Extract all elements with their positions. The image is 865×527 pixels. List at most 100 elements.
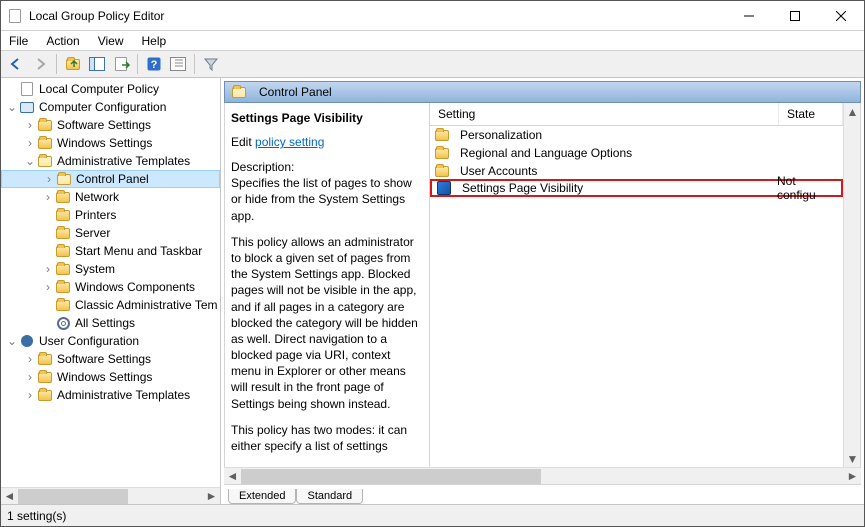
help-button[interactable]: ?: [143, 53, 165, 75]
properties-button[interactable]: [167, 53, 189, 75]
menu-action[interactable]: Action: [46, 34, 79, 48]
folder-icon: [55, 225, 71, 241]
description-p1: Specifies the list of pages to show or h…: [231, 176, 412, 222]
expand-icon[interactable]: ›: [41, 190, 55, 204]
computer-icon: [19, 99, 35, 115]
tree-label: Printers: [75, 208, 116, 222]
tree-control-panel[interactable]: › Control Panel: [1, 170, 220, 188]
toolbar-sep: [56, 54, 57, 74]
tree-uc-software-settings[interactable]: ›Software Settings: [1, 350, 220, 368]
tree-root[interactable]: Local Computer Policy: [1, 80, 220, 98]
tree-label: Control Panel: [76, 172, 149, 186]
edit-prefix: Edit: [231, 135, 255, 149]
collapse-icon[interactable]: ⌄: [23, 154, 37, 168]
close-button[interactable]: [818, 1, 864, 31]
folder-icon: [55, 189, 71, 205]
up-folder-button[interactable]: [62, 53, 84, 75]
list-item-regional-language[interactable]: Regional and Language Options: [430, 144, 843, 162]
tree-pane: Local Computer Policy ⌄Computer Configur…: [1, 78, 221, 504]
column-state[interactable]: State: [779, 103, 843, 125]
column-setting[interactable]: Setting: [430, 103, 779, 125]
setting-icon: [436, 180, 452, 196]
item-label: Personalization: [460, 128, 542, 142]
menu-help[interactable]: Help: [142, 34, 167, 48]
minimize-button[interactable]: [726, 1, 772, 31]
toolbar: ?: [1, 51, 864, 78]
tree-classic-admin-templates[interactable]: Classic Administrative Tem: [1, 296, 220, 314]
tree-label: Local Computer Policy: [39, 82, 159, 96]
expand-icon[interactable]: ›: [23, 352, 37, 366]
description-p2: This policy allows an administrator to b…: [231, 234, 423, 412]
tab-extended[interactable]: Extended: [228, 489, 296, 504]
tree-uc-admin-templates[interactable]: ›Administrative Templates: [1, 386, 220, 404]
list-item-settings-page-visibility[interactable]: Settings Page VisibilityNot configu: [430, 179, 843, 197]
tree-label: Windows Components: [75, 280, 195, 294]
expand-icon[interactable]: ›: [23, 118, 37, 132]
svg-text:?: ?: [151, 59, 158, 71]
details-header: Control Panel: [224, 81, 861, 103]
expand-icon[interactable]: ›: [23, 370, 37, 384]
tree-label: Classic Administrative Tem: [75, 298, 218, 312]
folder-icon: [56, 171, 72, 187]
maximize-button[interactable]: [772, 1, 818, 31]
menubar: File Action View Help: [1, 31, 864, 51]
filter-button[interactable]: [200, 53, 222, 75]
menu-file[interactable]: File: [9, 34, 28, 48]
folder-icon: [231, 84, 247, 100]
back-button[interactable]: [5, 53, 27, 75]
item-label: Settings Page Visibility: [462, 181, 583, 195]
list-vscrollbar[interactable]: ▲ ▼: [843, 103, 860, 467]
scroll-down-icon[interactable]: ▼: [844, 450, 861, 467]
tree-network[interactable]: ›Network: [1, 188, 220, 206]
scroll-left-icon[interactable]: ◄: [224, 468, 241, 485]
list-hscrollbar[interactable]: ◄ ►: [224, 467, 861, 484]
tree-windows-components[interactable]: › Windows Components: [1, 278, 220, 296]
tab-standard[interactable]: Standard: [296, 489, 363, 504]
edit-policy-link[interactable]: policy setting: [255, 135, 324, 149]
toolbar-sep-2: [137, 54, 138, 74]
expand-icon[interactable]: ›: [42, 172, 56, 186]
menu-view[interactable]: View: [98, 34, 124, 48]
tree-uc-windows-settings[interactable]: › Windows Settings: [1, 368, 220, 386]
window-title: Local Group Policy Editor: [29, 9, 164, 23]
tree-start-menu-taskbar[interactable]: Start Menu and Taskbar: [1, 242, 220, 260]
scroll-right-icon[interactable]: ►: [844, 468, 861, 485]
folder-icon: [434, 145, 450, 161]
folder-icon: [37, 369, 53, 385]
scroll-thumb[interactable]: [18, 489, 128, 504]
tree-all-settings[interactable]: All Settings: [1, 314, 220, 332]
folder-icon: [55, 279, 71, 295]
tree-hscrollbar[interactable]: ◄ ►: [1, 487, 220, 504]
folder-icon: [55, 297, 71, 313]
toolbar-sep-3: [194, 54, 195, 74]
collapse-icon[interactable]: ⌄: [5, 334, 19, 348]
expand-icon[interactable]: ›: [23, 136, 37, 150]
titlebar: Local Group Policy Editor: [1, 1, 864, 31]
export-button[interactable]: [110, 53, 132, 75]
tree-label: User Configuration: [39, 334, 139, 348]
tree-cc-windows-settings[interactable]: ›Windows Settings: [1, 134, 220, 152]
show-hide-tree-button[interactable]: [86, 53, 108, 75]
scroll-left-icon[interactable]: ◄: [1, 488, 18, 505]
details-header-title: Control Panel: [259, 85, 332, 99]
list-item-personalization[interactable]: Personalization: [430, 126, 843, 144]
tree-user-configuration[interactable]: ⌄ User Configuration: [1, 332, 220, 350]
expand-icon[interactable]: ›: [23, 388, 37, 402]
tree-printers[interactable]: Printers: [1, 206, 220, 224]
setting-title: Settings Page Visibility: [231, 111, 423, 125]
collapse-icon[interactable]: ⌄: [5, 100, 19, 114]
description-pane: Settings Page Visibility Edit policy set…: [225, 103, 430, 467]
tree-cc-admin-templates[interactable]: ⌄Administrative Templates: [1, 152, 220, 170]
tree-label: Windows Settings: [57, 370, 152, 384]
forward-button[interactable]: [29, 53, 51, 75]
expand-icon[interactable]: ›: [41, 262, 55, 276]
scroll-right-icon[interactable]: ►: [203, 488, 220, 505]
expand-icon[interactable]: ›: [41, 280, 55, 294]
tree-system[interactable]: ›System: [1, 260, 220, 278]
tree-server[interactable]: Server: [1, 224, 220, 242]
tree-computer-configuration[interactable]: ⌄Computer Configuration: [1, 98, 220, 116]
tree-cc-software-settings[interactable]: ›Software Settings: [1, 116, 220, 134]
scroll-up-icon[interactable]: ▲: [844, 103, 861, 120]
scroll-thumb[interactable]: [241, 469, 541, 484]
folder-icon: [37, 153, 53, 169]
